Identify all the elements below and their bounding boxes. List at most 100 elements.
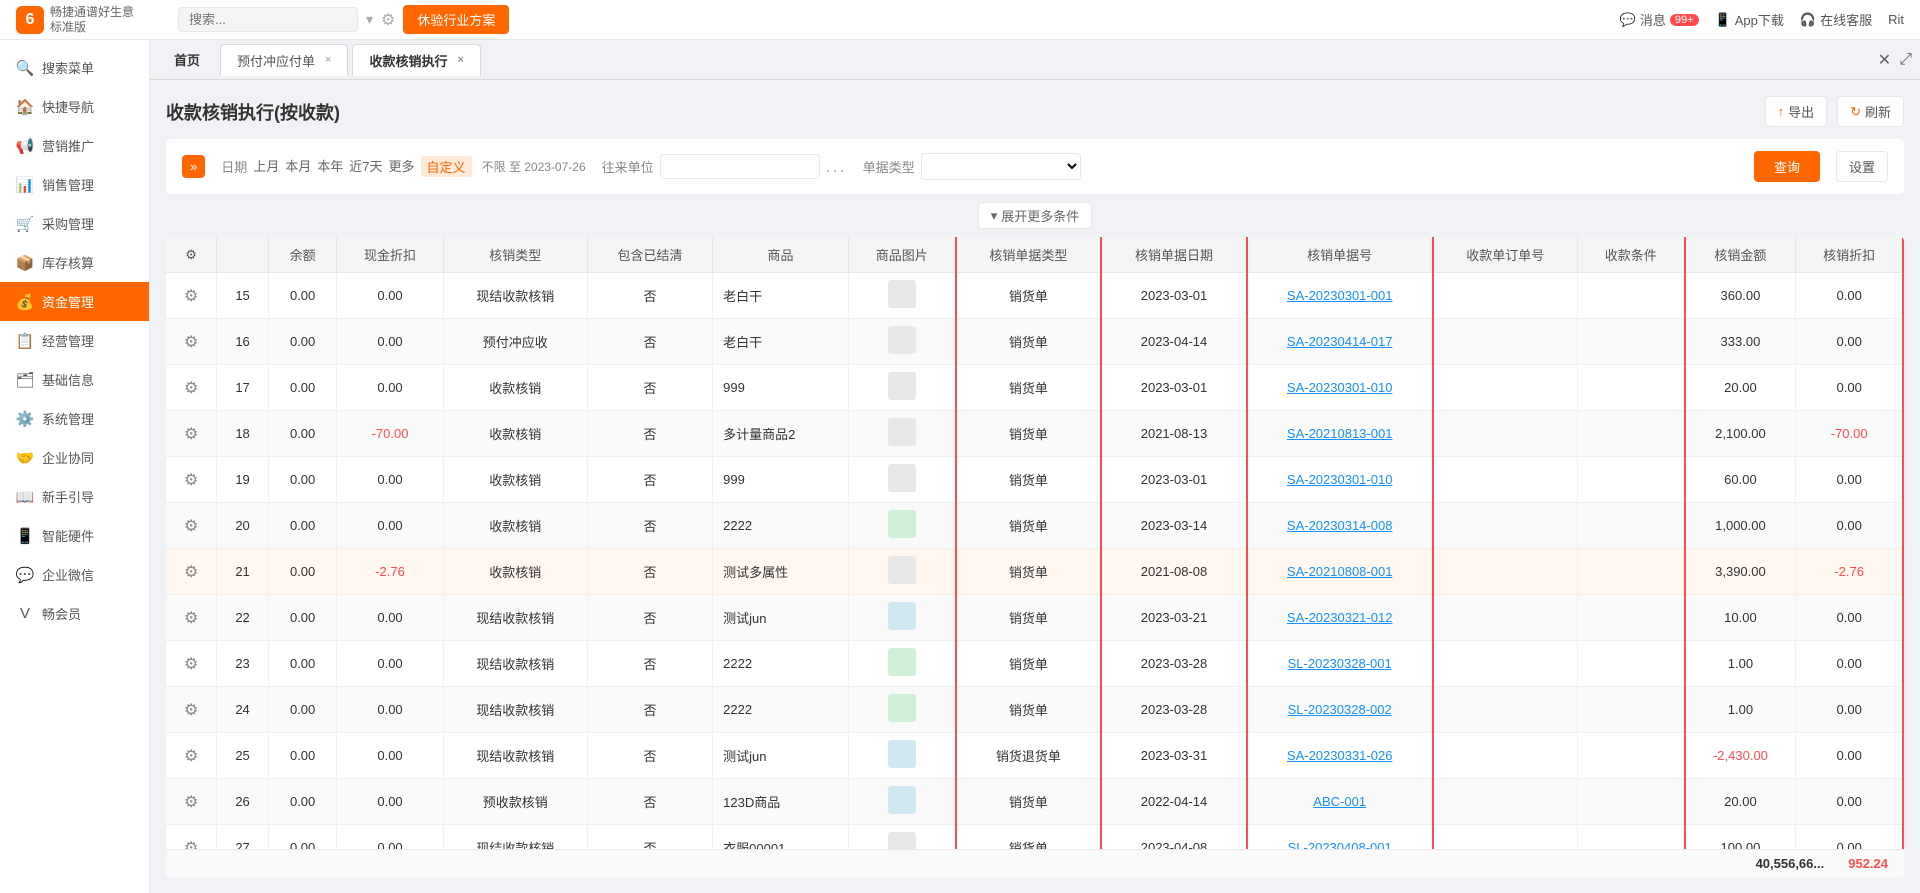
th-rownum xyxy=(217,237,269,273)
company-input[interactable] xyxy=(660,154,820,179)
date-link-custom[interactable]: 自定义 xyxy=(421,156,472,177)
sidebar-item-sys-mgmt[interactable]: ⚙️系统管理 xyxy=(0,399,149,438)
cell-gear[interactable]: ⚙ xyxy=(166,365,217,411)
tab-close-collection[interactable]: × xyxy=(457,54,463,66)
tab-label-home: 首页 xyxy=(174,50,200,69)
cell-included-settled: 否 xyxy=(587,733,712,779)
cell-cancel-bill-date: 2023-03-01 xyxy=(1101,457,1247,503)
cell-gear[interactable]: ⚙ xyxy=(166,503,217,549)
cell-included-settled: 否 xyxy=(587,641,712,687)
cell-cash-discount: 0.00 xyxy=(337,641,443,687)
user-avatar[interactable]: Rit xyxy=(1888,12,1904,27)
tab-collection[interactable]: 收款核销执行 × xyxy=(352,44,480,76)
cell-gear[interactable]: ⚙ xyxy=(166,825,217,850)
cell-rownum: 22 xyxy=(217,595,269,641)
tab-prepay[interactable]: 预付冲应付单× xyxy=(220,44,348,76)
top-search-input[interactable] xyxy=(178,7,358,32)
sidebar-item-corp-collab[interactable]: 🤝企业协同 xyxy=(0,438,149,477)
cell-cancel-bill-no[interactable]: ABC-001 xyxy=(1247,779,1433,825)
bill-type-label: 单据类型 xyxy=(863,157,915,176)
sidebar-item-purchase-mgmt[interactable]: 🛒采购管理 xyxy=(0,204,149,243)
sidebar-item-quick-nav[interactable]: 🏠快捷导航 xyxy=(0,87,149,126)
filter-settings-btn[interactable]: 设置 xyxy=(1836,151,1888,182)
export-btn[interactable]: ↑ 导出 xyxy=(1765,96,1828,127)
sidebar-item-inventory[interactable]: 📦库存核算 xyxy=(0,243,149,282)
cell-gear[interactable]: ⚙ xyxy=(166,641,217,687)
cell-gear[interactable]: ⚙ xyxy=(166,595,217,641)
cell-cancel-bill-no[interactable]: SA-20230301-001 xyxy=(1247,273,1433,319)
date-link-this-month[interactable]: 本月 xyxy=(285,156,311,177)
cell-cancel-bill-no[interactable]: SL-20230408-001 xyxy=(1247,825,1433,850)
cell-gear[interactable]: ⚙ xyxy=(166,779,217,825)
table-row: ⚙ 23 0.00 0.00 现结收款核销 否 2222 销货单 2023-03… xyxy=(166,641,1903,687)
cell-cancel-bill-no[interactable]: SA-20230314-008 xyxy=(1247,503,1433,549)
sidebar-item-basic-info[interactable]: 🗂基础信息 xyxy=(0,360,149,399)
cell-cancel-bill-no[interactable]: SA-20230414-017 xyxy=(1247,319,1433,365)
tab-close-prepay[interactable]: × xyxy=(325,54,331,66)
cell-cancel-amount: 20.00 xyxy=(1685,779,1796,825)
service-icon: 🎧 xyxy=(1800,12,1816,28)
tab-home[interactable]: 首页 xyxy=(158,44,216,75)
sidebar-item-wechat-corp[interactable]: 💬企业微信 xyxy=(0,555,149,594)
sidebar-item-smart-hw[interactable]: 📱智能硬件 xyxy=(0,516,149,555)
query-btn[interactable]: 查询 xyxy=(1754,151,1820,182)
settings-top-icon[interactable]: ⚙ xyxy=(381,10,395,30)
date-link-this-year[interactable]: 本年 xyxy=(317,156,343,177)
tab-label-collection: 收款核销执行 xyxy=(369,51,447,70)
date-label: 日期 xyxy=(221,157,247,176)
date-link-last-month[interactable]: 上月 xyxy=(253,156,279,177)
sidebar-item-finance[interactable]: 💰资金管理 xyxy=(0,282,149,321)
app-download-btn[interactable]: 📱 App下载 xyxy=(1715,10,1784,29)
table-row: ⚙ 26 0.00 0.00 预收款核销 否 123D商品 销货单 2022-0… xyxy=(166,779,1903,825)
sidebar-label-search-menu: 搜索菜单 xyxy=(42,58,94,77)
cell-gear[interactable]: ⚙ xyxy=(166,733,217,779)
cell-included-settled: 否 xyxy=(587,319,712,365)
cell-receipt-order-no xyxy=(1433,687,1578,733)
dropdown-icon[interactable]: ▾ xyxy=(366,11,373,28)
date-link-7days[interactable]: 近7天 xyxy=(349,156,382,177)
cell-cancel-bill-no[interactable]: SA-20230301-010 xyxy=(1247,457,1433,503)
cell-gear[interactable]: ⚙ xyxy=(166,457,217,503)
maximize-tab-btn[interactable]: ⤢ xyxy=(1899,51,1912,69)
cell-cancel-bill-no[interactable]: SL-20230328-002 xyxy=(1247,687,1433,733)
cell-gear[interactable]: ⚙ xyxy=(166,549,217,595)
sidebar-item-beginner[interactable]: 📖新手引导 xyxy=(0,477,149,516)
close-tab-btn[interactable]: ✕ xyxy=(1878,50,1891,70)
cell-included-settled: 否 xyxy=(587,503,712,549)
sidebar-item-search-menu[interactable]: 🔍搜索菜单 xyxy=(0,48,149,87)
cell-gear[interactable]: ⚙ xyxy=(166,319,217,365)
sidebar-item-biz-mgmt[interactable]: 📋经营管理 xyxy=(0,321,149,360)
message-btn[interactable]: 💬 消息 99+ xyxy=(1620,10,1699,29)
sidebar-item-vip[interactable]: V畅会员 xyxy=(0,594,149,633)
cell-goods-img xyxy=(848,687,955,733)
cell-cancel-bill-no[interactable]: SA-20210813-001 xyxy=(1247,411,1433,457)
cell-cancel-bill-no[interactable]: SA-20230301-010 xyxy=(1247,365,1433,411)
cell-cancel-bill-no[interactable]: SA-20230321-012 xyxy=(1247,595,1433,641)
industry-btn[interactable]: 休验行业方案 xyxy=(403,5,509,34)
sidebar-item-marketing[interactable]: 📢营销推广 xyxy=(0,126,149,165)
cell-cancel-bill-type: 销货单 xyxy=(956,273,1102,319)
cell-cancel-bill-no[interactable]: SL-20230328-001 xyxy=(1247,641,1433,687)
th-cancel-discount: 核销折扣 xyxy=(1796,237,1903,273)
refresh-btn[interactable]: ↻ 刷新 xyxy=(1837,96,1904,127)
cell-cancel-bill-no[interactable]: SA-20230331-026 xyxy=(1247,733,1433,779)
cell-balance: 0.00 xyxy=(268,549,336,595)
cell-gear[interactable]: ⚙ xyxy=(166,273,217,319)
cell-gear[interactable]: ⚙ xyxy=(166,411,217,457)
sidebar-item-sales-mgmt[interactable]: 📊销售管理 xyxy=(0,165,149,204)
expand-more-btn[interactable]: ▾ 展开更多条件 xyxy=(978,202,1093,229)
sidebar-icon-vip: V xyxy=(16,605,34,623)
cell-goods: 999 xyxy=(713,457,849,503)
filter-toggle-btn[interactable]: » xyxy=(182,155,205,178)
date-link-more[interactable]: 更多 xyxy=(389,156,415,177)
cell-cancel-type: 收款核销 xyxy=(443,365,587,411)
table-wrapper[interactable]: ⚙ 余额 现金折扣 核销类型 包含已结清 商品 商品图片 核销单据类型 核销单据… xyxy=(166,237,1904,849)
online-service-btn[interactable]: 🎧 在线客服 xyxy=(1800,10,1872,29)
cell-cancel-bill-type: 销货单 xyxy=(956,503,1102,549)
cell-cancel-amount: -2,430.00 xyxy=(1685,733,1796,779)
cell-cancel-discount: -2.76 xyxy=(1796,549,1903,595)
cell-cash-discount: -2.76 xyxy=(337,549,443,595)
bill-type-select[interactable] xyxy=(921,153,1081,180)
cell-gear[interactable]: ⚙ xyxy=(166,687,217,733)
cell-cancel-bill-no[interactable]: SA-20210808-001 xyxy=(1247,549,1433,595)
